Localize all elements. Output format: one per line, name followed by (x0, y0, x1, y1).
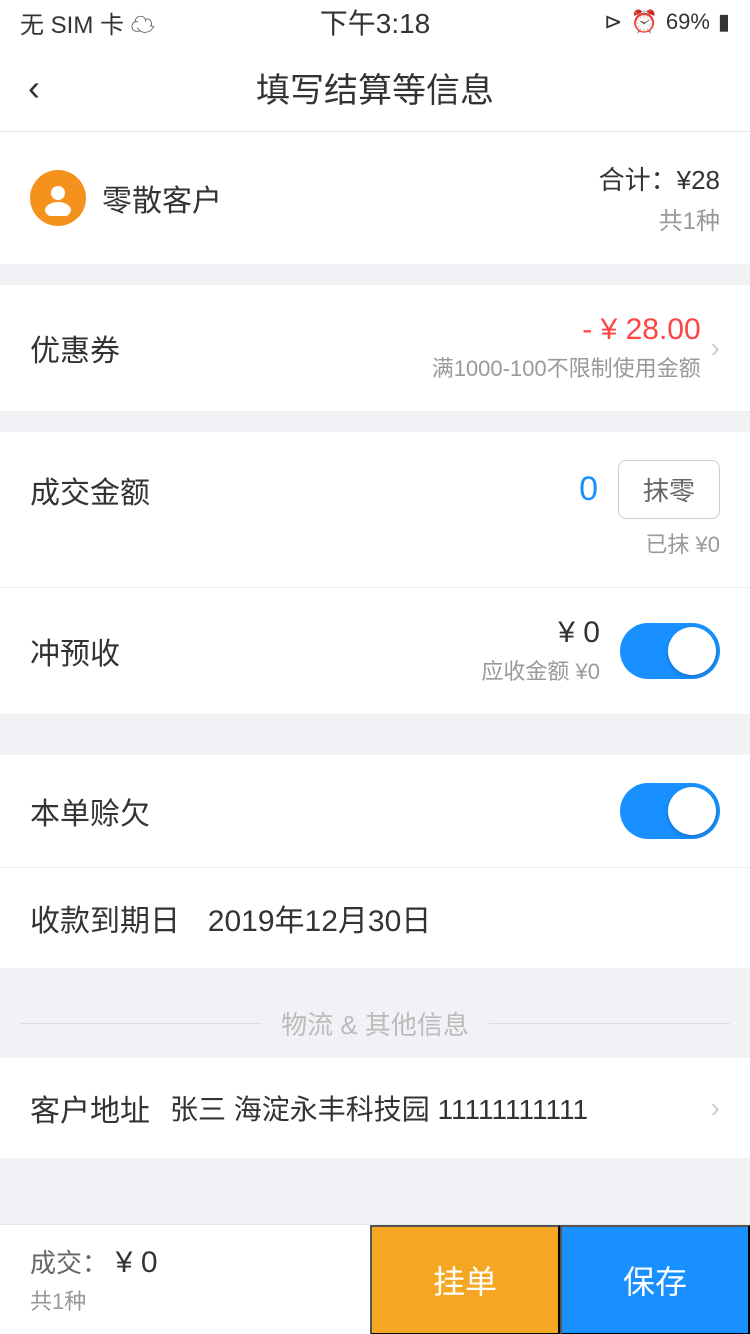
logistics-line-left (20, 1023, 261, 1024)
hold-button[interactable]: 挂单 (370, 1225, 560, 1334)
logistics-label: 物流 & 其他信息 (281, 1005, 469, 1042)
due-date-section: 收款到期日 2019年12月30日 (0, 868, 750, 968)
bottom-deal-label: 成交： (30, 1248, 108, 1278)
transaction-value[interactable]: 0 (579, 470, 598, 509)
content: 零散客户 合计：¥28 共1种 优惠券 - ¥ 28.00 满1000-100不… (0, 132, 750, 1269)
bottom-deal-row: 成交： ¥ 0 (30, 1243, 340, 1280)
bottom-info: 成交： ¥ 0 共1种 (0, 1243, 370, 1316)
back-button[interactable]: ‹ (28, 67, 40, 109)
status-right: ⊳ ⏰ 69% ▮ (604, 9, 730, 35)
address-chevron-icon: › (711, 1092, 720, 1124)
coupon-label: 优惠券 (30, 326, 120, 370)
prepay-right: ¥ 0 应收金额 ¥0 (481, 616, 720, 686)
coupon-desc: 满1000-100不限制使用金额 (432, 351, 701, 383)
avatar (30, 170, 86, 226)
battery-icon: ▮ (718, 9, 730, 35)
nav-bar: ‹ 填写结算等信息 (0, 44, 750, 132)
total-count: 共1种 (599, 201, 720, 236)
prepay-row: 冲预收 ¥ 0 应收金额 ¥0 (30, 616, 720, 686)
coupon-amount: - ¥ 28.00 (432, 313, 701, 347)
transaction-right: 0 抹零 (579, 460, 720, 519)
location-icon: ⊳ (604, 9, 622, 35)
address-label: 客户地址 (30, 1086, 150, 1130)
bottom-bar: 成交： ¥ 0 共1种 挂单 保存 (0, 1224, 750, 1334)
page-title: 填写结算等信息 (256, 63, 494, 112)
prepay-label: 冲预收 (30, 629, 120, 673)
status-bar: 无 SIM 卡 ☁ 下午3:18 ⊳ ⏰ 69% ▮ (0, 0, 750, 44)
divider-1 (0, 265, 750, 285)
customer-summary: 合计：¥28 共1种 (599, 160, 720, 236)
customer-name: 零散客户 (102, 176, 222, 220)
bottom-deal-amount: ¥ 0 (116, 1246, 158, 1279)
total-label: 合计：¥28 (599, 160, 720, 197)
sim-text: 无 SIM 卡 ☁ (20, 5, 155, 40)
customer-row: 零散客户 合计：¥28 共1种 (0, 132, 750, 265)
prepay-amount: ¥ 0 (481, 616, 600, 650)
transaction-row: 成交金额 0 抹零 (30, 460, 720, 519)
coupon-row[interactable]: 优惠券 - ¥ 28.00 满1000-100不限制使用金额 › (0, 285, 750, 412)
debt-toggle[interactable] (620, 783, 720, 839)
prepay-toggle[interactable] (620, 623, 720, 679)
debt-label: 本单赊欠 (30, 789, 150, 833)
divider-3 (0, 715, 750, 735)
address-value: 张三 海淀永丰科技园 11111111111 (170, 1088, 711, 1128)
round-button[interactable]: 抹零 (618, 460, 720, 519)
debt-section: 本单赊欠 (0, 755, 750, 868)
coupon-right: - ¥ 28.00 满1000-100不限制使用金额 › (432, 313, 720, 383)
toggle-circle (668, 627, 716, 675)
logistics-divider: 物流 & 其他信息 (0, 988, 750, 1058)
coupon-chevron-icon: › (711, 332, 720, 364)
due-date-value: 2019年12月30日 (208, 905, 431, 938)
transaction-sub: 已抹 ¥0 (30, 527, 720, 559)
logistics-line-right (489, 1023, 730, 1024)
transaction-section: 成交金额 0 抹零 已抹 ¥0 (0, 432, 750, 588)
divider-2 (0, 412, 750, 432)
address-row[interactable]: 客户地址 张三 海淀永丰科技园 11111111111 › (0, 1058, 750, 1159)
debt-toggle-circle (668, 787, 716, 835)
save-button[interactable]: 保存 (560, 1225, 750, 1334)
transaction-label: 成交金额 (30, 468, 150, 512)
alarm-icon: ⏰ (630, 9, 657, 35)
customer-left: 零散客户 (30, 170, 222, 226)
status-time: 下午3:18 (320, 2, 431, 42)
due-date-label: 收款到期日 (30, 905, 180, 938)
status-left: 无 SIM 卡 ☁ (20, 5, 155, 40)
prepay-sub: 应收金额 ¥0 (481, 654, 600, 686)
bottom-count: 共1种 (30, 1284, 340, 1316)
battery-text: 69% (666, 9, 710, 35)
prepay-section: 冲预收 ¥ 0 应收金额 ¥0 (0, 588, 750, 715)
